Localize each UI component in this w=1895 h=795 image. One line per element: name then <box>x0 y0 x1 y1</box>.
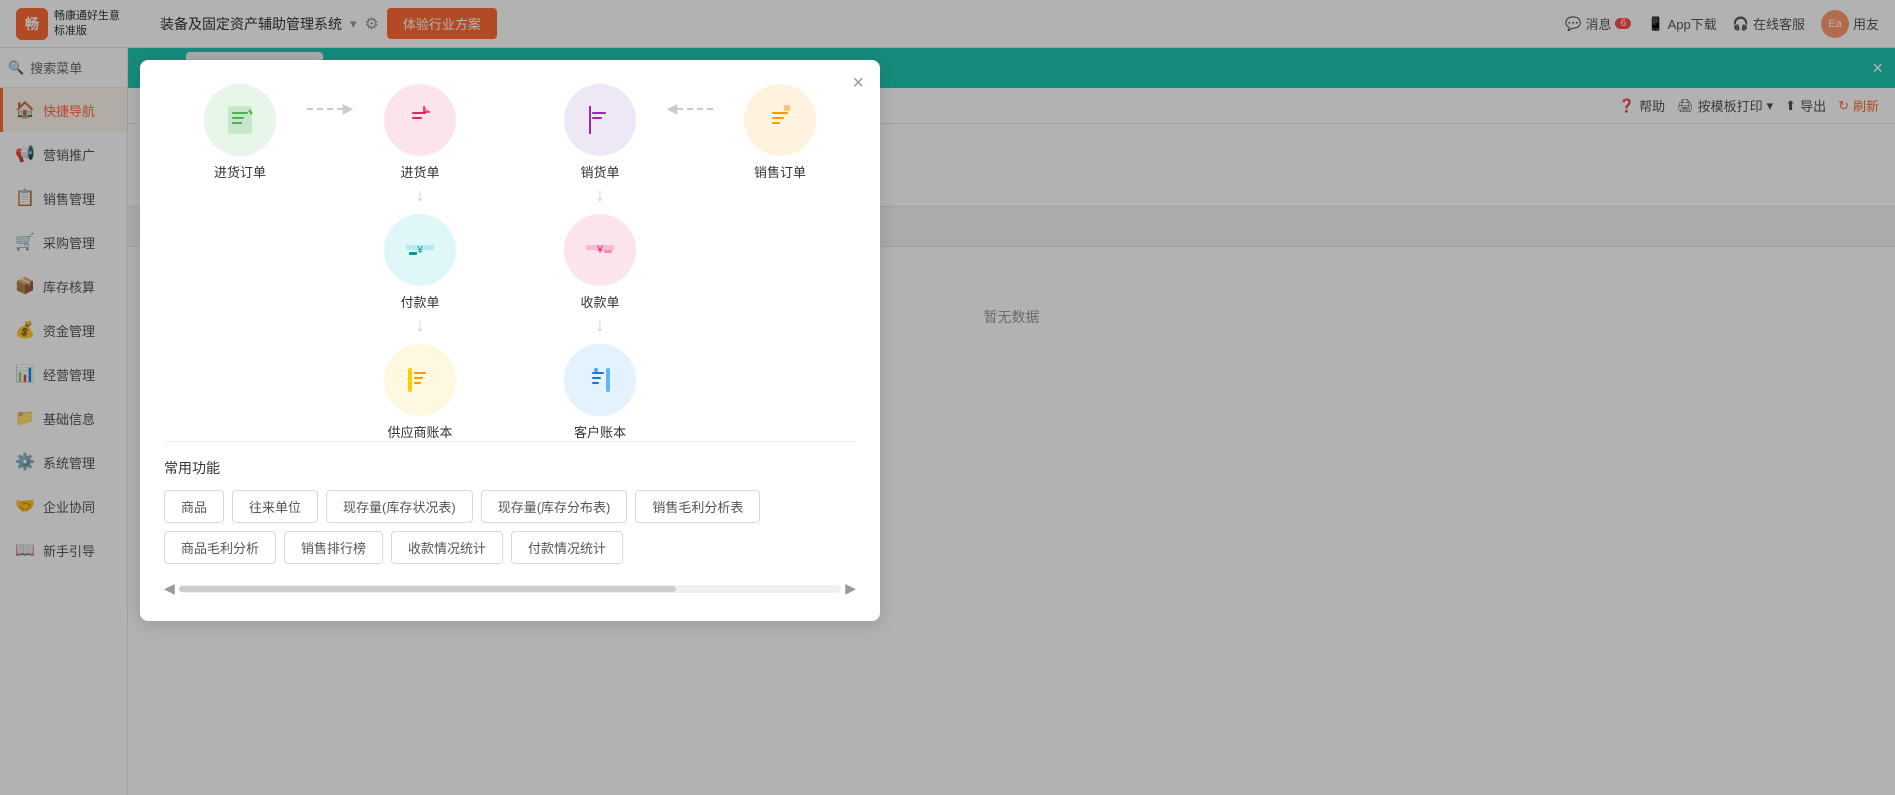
customer-ledger-icon <box>564 344 636 416</box>
flow-supplier-ledger[interactable]: 供应商账本 <box>360 344 480 441</box>
flow-customer-ledger[interactable]: 客户账本 <box>540 344 660 441</box>
flow-row-3: 供应商账本 客户账本 <box>164 344 856 441</box>
flow-purchase-order[interactable]: 进货订单 <box>180 84 300 181</box>
popup-overlay: × 进货订单 ▶ <box>0 0 1895 795</box>
flow-payment-slip[interactable]: ¥ 付款单 <box>360 214 480 311</box>
func-btn-5[interactable]: 商品毛利分析 <box>164 531 276 564</box>
flow-sale-slip[interactable]: 销货单 <box>540 84 660 181</box>
scroll-left-icon[interactable]: ◀ <box>164 580 175 597</box>
flow-purchase-slip[interactable]: 进货单 <box>360 84 480 181</box>
func-btn-0[interactable]: 商品 <box>164 490 224 523</box>
scroll-right-icon[interactable]: ▶ <box>845 580 856 597</box>
supplier-ledger-icon <box>384 344 456 416</box>
customer-ledger-label: 客户账本 <box>574 422 626 441</box>
payment-down-arrow: ↓ <box>416 315 425 336</box>
func-btn-6[interactable]: 销售排行榜 <box>284 531 383 564</box>
purchase-order-icon <box>204 84 276 156</box>
common-functions-title: 常用功能 <box>164 458 856 478</box>
func-btn-3[interactable]: 现存量(库存分布表) <box>481 490 628 523</box>
scrollbar-thumb <box>179 586 676 592</box>
payment-slip-icon: ¥ <box>384 214 456 286</box>
arrow-purchase-order-to-slip: ▶ <box>300 100 360 165</box>
flow-diagram: 进货订单 ▶ 进货单 <box>164 84 856 441</box>
svg-text:¥: ¥ <box>596 244 604 256</box>
common-functions: 常用功能 商品往来单位现存量(库存状况表)现存量(库存分布表)销售毛利分析表商品… <box>164 441 856 564</box>
func-buttons-container: 商品往来单位现存量(库存状况表)现存量(库存分布表)销售毛利分析表商品毛利分析销… <box>164 490 856 564</box>
flow-arrows-down-2: ↓ ↓ <box>164 311 856 340</box>
func-btn-8[interactable]: 付款情况统计 <box>511 531 623 564</box>
receipt-down-arrow: ↓ <box>596 315 605 336</box>
sale-order-icon <box>744 84 816 156</box>
flow-row-2: ¥ 付款单 ¥ 收款单 <box>164 214 856 311</box>
flow-row-1: 进货订单 ▶ 进货单 <box>164 84 856 181</box>
func-btn-7[interactable]: 收款情况统计 <box>391 531 503 564</box>
payment-slip-label: 付款单 <box>400 292 439 311</box>
sale-slip-label: 销货单 <box>580 162 619 181</box>
func-btn-4[interactable]: 销售毛利分析表 <box>635 490 760 523</box>
purchase-slip-icon <box>384 84 456 156</box>
arrow-sale-order-to-slip: ◀ <box>660 100 720 165</box>
sale-slip-icon <box>564 84 636 156</box>
func-btn-2[interactable]: 现存量(库存状况表) <box>326 490 473 523</box>
svg-text:¥: ¥ <box>416 245 423 256</box>
receipt-slip-label: 收款单 <box>580 292 619 311</box>
supplier-ledger-label: 供应商账本 <box>387 422 452 441</box>
sale-order-label: 销售订单 <box>754 162 806 181</box>
flow-sale-order[interactable]: 销售订单 <box>720 84 840 181</box>
purchase-slip-label: 进货单 <box>400 162 439 181</box>
quick-nav-popup: × 进货订单 ▶ <box>140 60 880 621</box>
sale-slip-down-arrow: ↓ <box>596 185 605 206</box>
purchase-order-label: 进货订单 <box>214 162 266 181</box>
purchase-slip-down-arrow: ↓ <box>416 185 425 206</box>
func-btn-1[interactable]: 往来单位 <box>232 490 318 523</box>
popup-close-button[interactable]: × <box>852 72 864 95</box>
flow-receipt-slip[interactable]: ¥ 收款单 <box>540 214 660 311</box>
flow-arrows-down: ↓ ↓ <box>164 181 856 210</box>
receipt-slip-icon: ¥ <box>564 214 636 286</box>
